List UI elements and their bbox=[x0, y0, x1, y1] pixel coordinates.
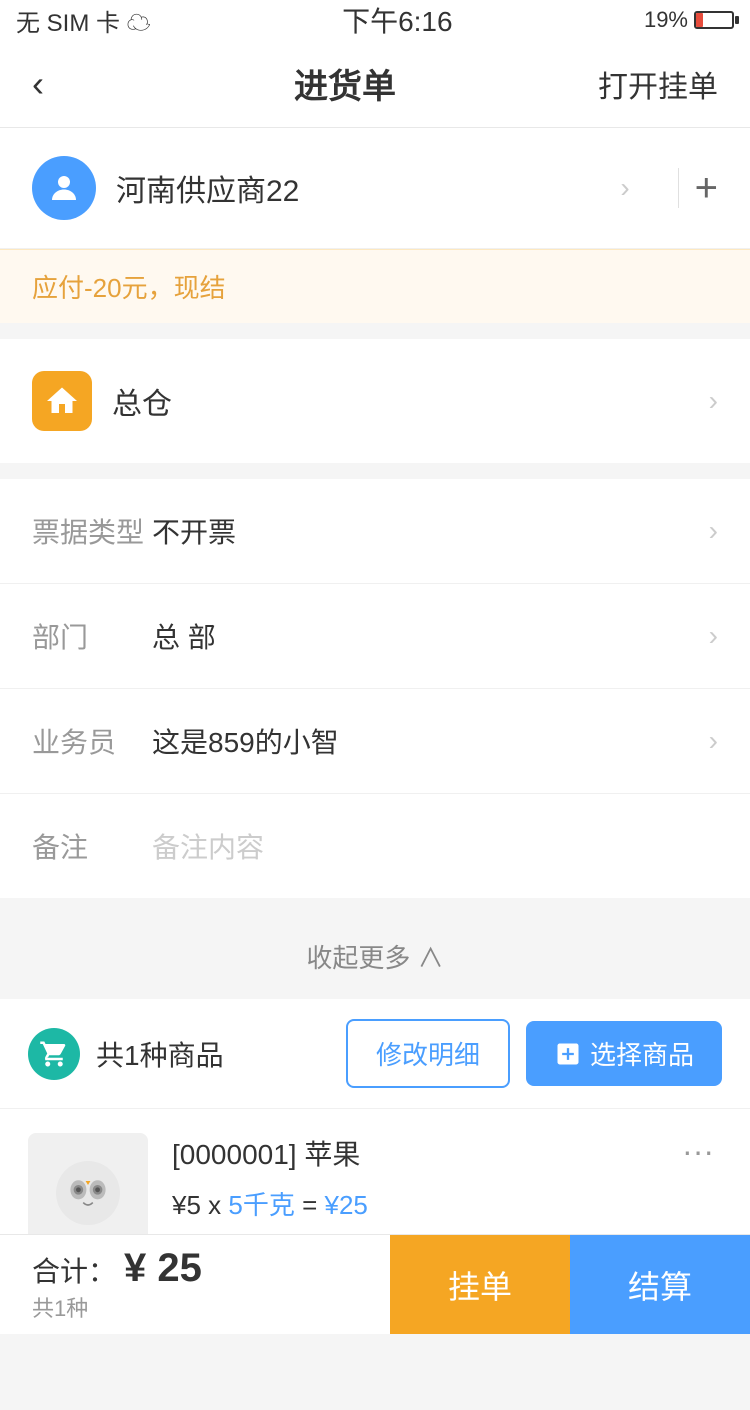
supplier-name: 河南供应商22 bbox=[116, 166, 620, 210]
sim-status: 无 SIM 卡 ☁ bbox=[16, 3, 151, 38]
page-title: 进货单 bbox=[294, 59, 396, 108]
status-bar: 无 SIM 卡 ☁ 下午6:16 19% bbox=[0, 0, 750, 40]
back-button[interactable]: ‹ bbox=[32, 63, 92, 105]
ticket-type-value: 不开票 bbox=[152, 511, 709, 551]
salesman-value: 这是859的小智 bbox=[152, 721, 709, 761]
product-price: ¥5 x 5千克 = ¥25 bbox=[172, 1185, 674, 1222]
edit-detail-button[interactable]: 修改明细 bbox=[346, 1019, 510, 1088]
multiply-sign: x bbox=[208, 1190, 228, 1220]
ticket-type-label: 票据类型 bbox=[32, 511, 152, 551]
unit-price: ¥5 bbox=[172, 1190, 201, 1220]
total-main: 合计： ¥ 25 bbox=[32, 1246, 358, 1291]
supplier-section: 河南供应商22 › + 应付-20元，现结 bbox=[0, 128, 750, 323]
status-left: 无 SIM 卡 ☁ bbox=[16, 3, 151, 38]
chevron-right-icon: › bbox=[709, 725, 718, 757]
status-right: 19% bbox=[644, 7, 734, 33]
warehouse-name: 总仓 bbox=[112, 379, 709, 423]
note-input[interactable]: 备注内容 bbox=[152, 826, 718, 866]
supplier-notice: 应付-20元，现结 bbox=[0, 249, 750, 323]
select-product-button[interactable]: 选择商品 bbox=[526, 1021, 722, 1086]
supplier-avatar bbox=[32, 156, 96, 220]
divider bbox=[678, 168, 679, 208]
chevron-right-icon: › bbox=[709, 515, 718, 547]
note-label: 备注 bbox=[32, 826, 152, 866]
product-info: [0000001] 苹果 ¥5 x 5千克 = ¥25 bbox=[172, 1133, 674, 1222]
hold-button[interactable]: 挂单 bbox=[390, 1235, 570, 1334]
warehouse-row[interactable]: 总仓 › bbox=[0, 339, 750, 463]
product-section-header: 共1种商品 修改明细 选择商品 bbox=[0, 999, 750, 1109]
warehouse-section: 总仓 › bbox=[0, 339, 750, 463]
product-count-text: 共1种商品 bbox=[96, 1034, 346, 1074]
checkout-button[interactable]: 结算 bbox=[570, 1235, 750, 1334]
battery-icon bbox=[694, 11, 734, 29]
product-name: [0000001] 苹果 bbox=[172, 1133, 674, 1173]
equals-sign: = bbox=[302, 1190, 324, 1220]
product-code: [0000001] bbox=[172, 1139, 297, 1170]
content-area: 河南供应商22 › + 应付-20元，现结 总仓 › 票据类型 不开票 › bbox=[0, 128, 750, 1410]
form-section: 票据类型 不开票 › 部门 总 部 › 业务员 这是859的小智 › 备注 备注… bbox=[0, 479, 750, 898]
chevron-right-icon: › bbox=[709, 620, 718, 652]
chevron-right-icon: › bbox=[620, 172, 629, 204]
status-time: 下午6:16 bbox=[342, 0, 453, 40]
add-supplier-button[interactable]: + bbox=[695, 166, 718, 211]
department-label: 部门 bbox=[32, 616, 152, 656]
total-amount: ¥ 25 bbox=[124, 1246, 202, 1291]
product-count-icon bbox=[28, 1028, 80, 1080]
ticket-type-row[interactable]: 票据类型 不开票 › bbox=[0, 479, 750, 584]
total-count: 共1种 bbox=[32, 1291, 358, 1323]
select-product-label: 选择商品 bbox=[590, 1035, 694, 1072]
salesman-row[interactable]: 业务员 这是859的小智 › bbox=[0, 689, 750, 794]
warehouse-icon bbox=[32, 371, 92, 431]
footer-total: 合计： ¥ 25 共1种 bbox=[0, 1235, 390, 1334]
salesman-label: 业务员 bbox=[32, 721, 152, 761]
open-hold-button[interactable]: 打开挂单 bbox=[598, 62, 718, 106]
department-row[interactable]: 部门 总 部 › bbox=[0, 584, 750, 689]
product-more-button[interactable]: ··· bbox=[674, 1133, 722, 1170]
battery-text: 19% bbox=[644, 7, 688, 33]
chevron-right-icon: › bbox=[709, 385, 718, 417]
total-label: 合计： bbox=[32, 1250, 116, 1290]
quantity: 5千克 bbox=[228, 1190, 294, 1220]
nav-bar: ‹ 进货单 打开挂单 bbox=[0, 40, 750, 128]
supplier-row[interactable]: 河南供应商22 › + bbox=[0, 128, 750, 249]
product-total: ¥25 bbox=[325, 1190, 368, 1220]
collapse-bar[interactable]: 收起更多 ∧ bbox=[0, 914, 750, 999]
footer: 合计： ¥ 25 共1种 挂单 结算 bbox=[0, 1234, 750, 1334]
product-title: 苹果 bbox=[304, 1139, 360, 1170]
note-row[interactable]: 备注 备注内容 bbox=[0, 794, 750, 898]
department-value: 总 部 bbox=[152, 616, 709, 656]
